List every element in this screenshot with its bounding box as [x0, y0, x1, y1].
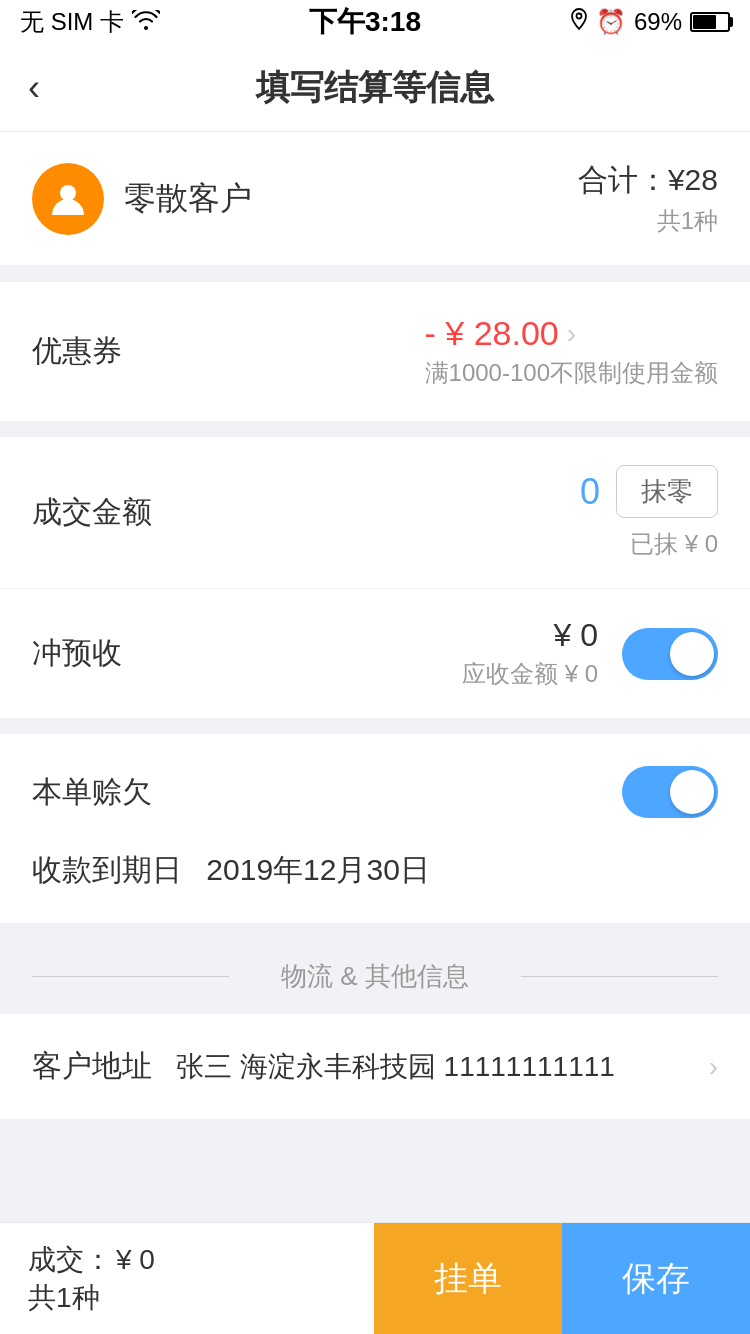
debt-row: 本单赊欠 [0, 734, 750, 850]
round-button[interactable]: 抹零 [616, 465, 718, 518]
prepay-label: 冲预收 [32, 633, 122, 674]
due-date-row[interactable]: 收款到期日 2019年12月30日 [0, 850, 750, 923]
customer-section: 零散客户 合计：¥28 共1种 [0, 132, 750, 265]
bottom-summary-amount: ¥ 0 [116, 1244, 155, 1276]
address-chevron-icon: › [709, 1051, 718, 1083]
bottom-summary-count: 共1种 [28, 1279, 346, 1317]
transaction-input-area: 0 抹零 [540, 465, 718, 518]
prepay-receivable: 应收金额 ¥ 0 [462, 658, 598, 690]
status-time: 下午3:18 [309, 3, 421, 41]
customer-count: 共1种 [578, 205, 718, 237]
customer-row: 零散客户 合计：¥28 共1种 [0, 132, 750, 265]
svg-point-0 [576, 14, 581, 19]
prepay-toggle[interactable] [622, 628, 718, 680]
transaction-row: 成交金额 0 抹零 已抹 ¥ 0 [0, 437, 750, 588]
status-right: ⏰ 69% [570, 8, 730, 36]
wifi-icon [132, 8, 160, 36]
coupon-right: - ¥ 28.00 › 满1000-100不限制使用金额 [425, 314, 718, 389]
customer-summary: 合计：¥28 共1种 [578, 160, 718, 237]
debt-toggle[interactable] [622, 766, 718, 818]
status-bar: 无 SIM 卡 下午3:18 ⏰ 69% [0, 0, 750, 44]
back-button[interactable]: ‹ [28, 67, 40, 109]
toggle-knob [670, 632, 714, 676]
debt-section: 本单赊欠 收款到期日 2019年12月30日 [0, 734, 750, 923]
main-content: 零散客户 合计：¥28 共1种 优惠券 - ¥ 28.00 › 满1000-10… [0, 132, 750, 1255]
bottom-summary-title: 成交： [28, 1241, 112, 1279]
coupon-label: 优惠券 [32, 331, 122, 372]
address-row[interactable]: 客户地址 张三 海淀永丰科技园 11111111111 › [0, 1014, 750, 1119]
coupon-desc: 满1000-100不限制使用金额 [425, 357, 718, 389]
logistics-divider: 物流 & 其他信息 [0, 939, 750, 1014]
sim-text: 无 SIM 卡 [20, 6, 124, 38]
chevron-right-icon: › [567, 318, 576, 350]
page-title: 填写结算等信息 [256, 65, 494, 111]
debt-label: 本单赊欠 [32, 772, 152, 813]
nav-bar: ‹ 填写结算等信息 [0, 44, 750, 132]
transaction-sub: 已抹 ¥ 0 [630, 528, 718, 560]
debt-toggle-knob [670, 770, 714, 814]
alarm-icon: ⏰ [596, 8, 626, 36]
prepay-amount: ¥ 0 [554, 617, 598, 654]
prepay-right: ¥ 0 应收金额 ¥ 0 [462, 617, 598, 690]
avatar [32, 163, 104, 235]
due-date-label: 收款到期日 [32, 853, 182, 886]
svg-point-1 [60, 185, 76, 201]
location-icon [570, 8, 588, 36]
transaction-value[interactable]: 0 [540, 471, 600, 513]
battery-text: 69% [634, 8, 682, 36]
transaction-section: 成交金额 0 抹零 已抹 ¥ 0 冲预收 ¥ 0 应收金额 ¥ 0 [0, 437, 750, 718]
address-label: 客户地址 [32, 1046, 152, 1087]
customer-total: 合计：¥28 [578, 160, 718, 201]
address-section[interactable]: 客户地址 张三 海淀永丰科技园 11111111111 › [0, 1014, 750, 1119]
hang-button[interactable]: 挂单 [374, 1223, 562, 1335]
transaction-label: 成交金额 [32, 492, 152, 533]
address-value: 张三 海淀永丰科技园 11111111111 [176, 1048, 615, 1086]
person-icon [48, 179, 88, 219]
coupon-section[interactable]: 优惠券 - ¥ 28.00 › 满1000-100不限制使用金额 [0, 281, 750, 421]
bottom-bar: 成交： ¥ 0 共1种 挂单 保存 [0, 1222, 750, 1334]
customer-name: 零散客户 [124, 177, 252, 221]
bottom-summary: 成交： ¥ 0 共1种 [0, 1241, 374, 1317]
coupon-amount: - ¥ 28.00 [425, 314, 559, 353]
battery-icon [690, 12, 730, 32]
due-date-value: 2019年12月30日 [206, 853, 429, 886]
logistics-label: 物流 & 其他信息 [0, 959, 750, 994]
coupon-row[interactable]: 优惠券 - ¥ 28.00 › 满1000-100不限制使用金额 [0, 281, 750, 421]
status-left: 无 SIM 卡 [20, 6, 160, 38]
prepay-row: 冲预收 ¥ 0 应收金额 ¥ 0 [0, 588, 750, 718]
customer-left: 零散客户 [32, 163, 252, 235]
save-button[interactable]: 保存 [562, 1223, 750, 1335]
address-content: 客户地址 张三 海淀永丰科技园 11111111111 [32, 1046, 615, 1087]
